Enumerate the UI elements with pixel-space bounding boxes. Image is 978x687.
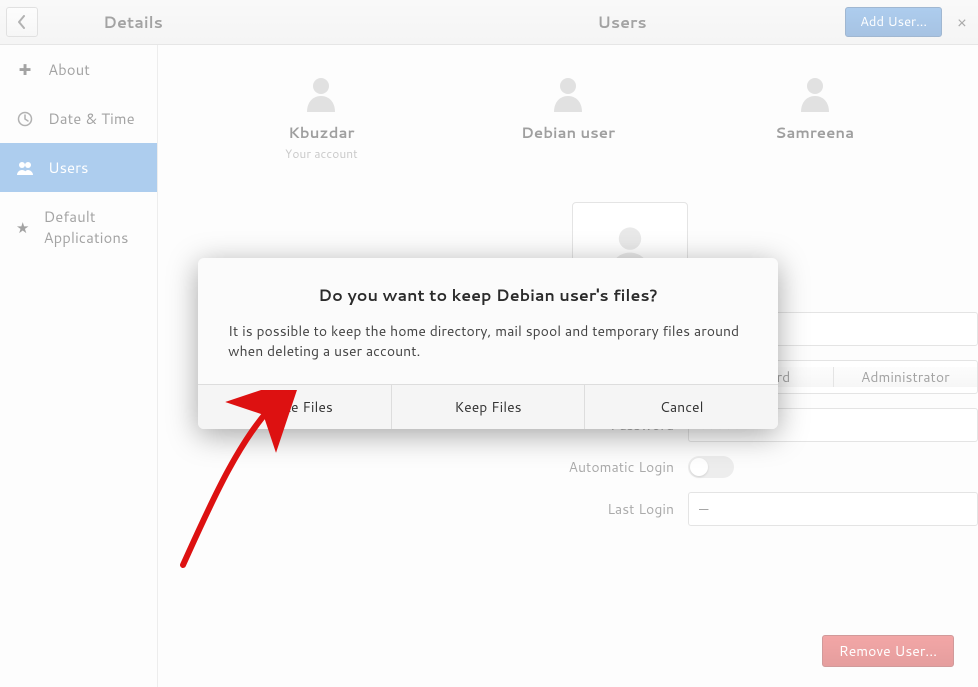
dialog-title: Do you want to keep Debian user's files? <box>228 284 748 307</box>
delete-files-button[interactable]: Delete Files <box>198 385 392 429</box>
keep-files-button[interactable]: Keep Files <box>392 385 586 429</box>
dialog-message: It is possible to keep the home director… <box>228 321 748 362</box>
cancel-button[interactable]: Cancel <box>585 385 778 429</box>
confirm-delete-dialog: Do you want to keep Debian user's files?… <box>198 258 778 429</box>
